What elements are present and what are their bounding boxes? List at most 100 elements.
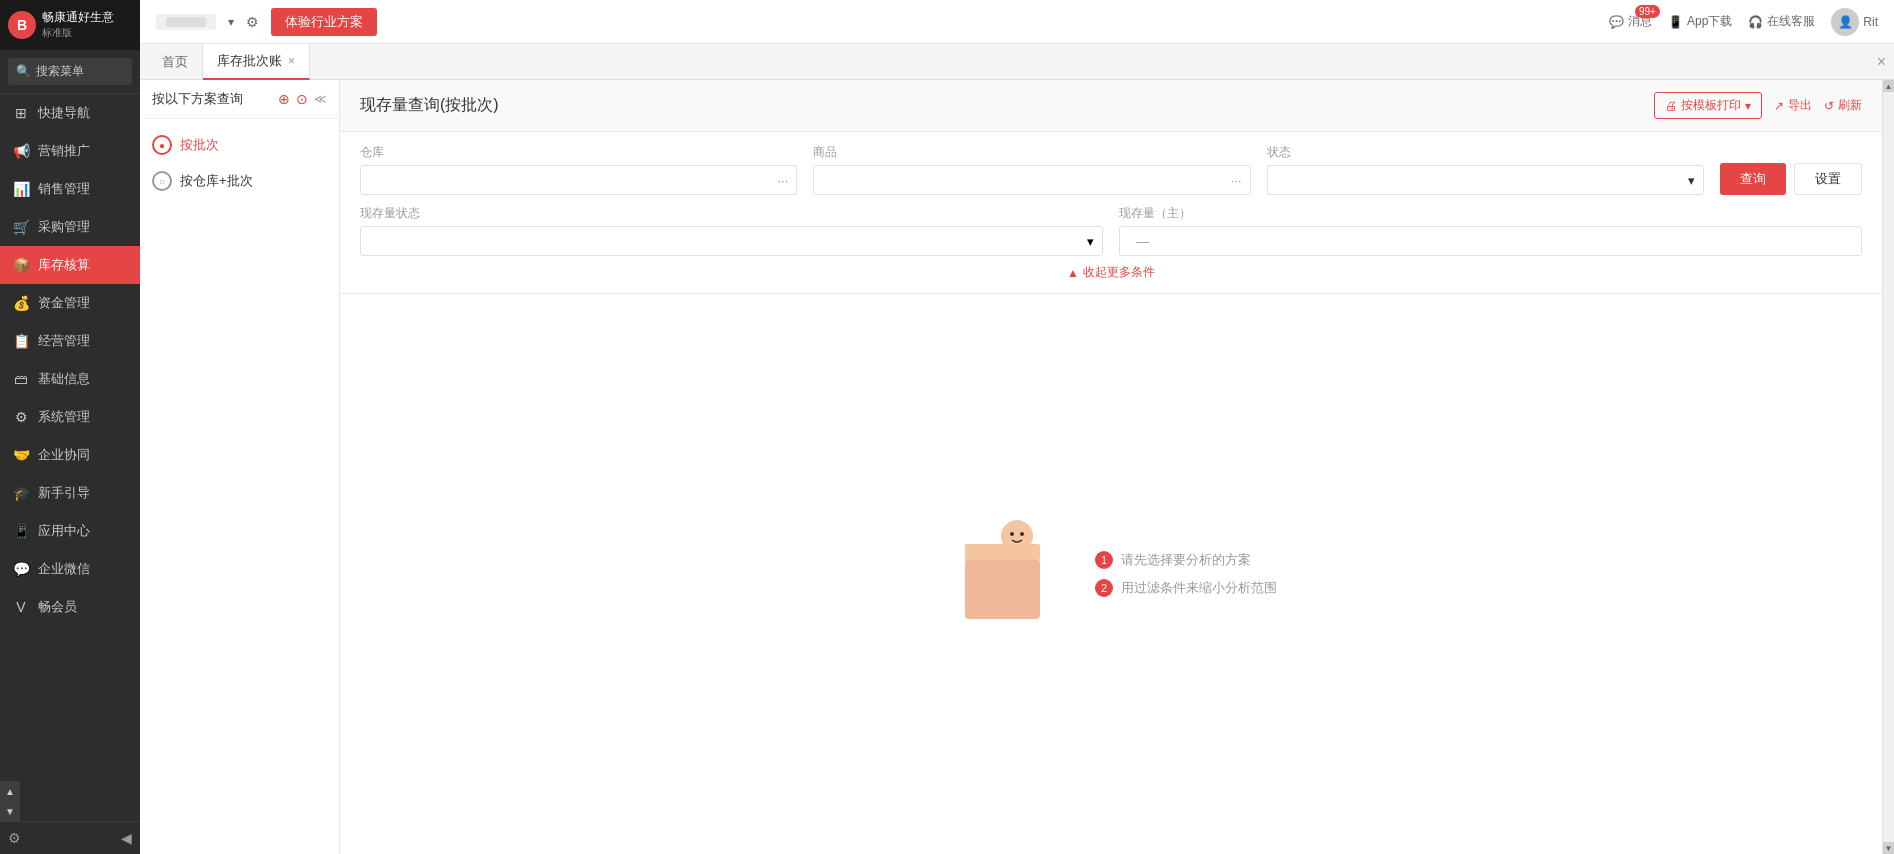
app-download-label: App下载: [1687, 13, 1732, 30]
sidebar-scroll-up[interactable]: ▲: [0, 781, 20, 801]
sidebar-label-member: 畅会员: [38, 598, 77, 616]
user-info[interactable]: 👤 Rit: [1831, 8, 1878, 36]
scrollbar-down[interactable]: ▼: [1883, 842, 1895, 854]
sidebar-label-finance: 资金管理: [38, 294, 90, 312]
refresh-button[interactable]: ↺ 刷新: [1824, 97, 1862, 114]
tab-batch-label: 库存批次账: [217, 52, 282, 70]
sidebar-item-inventory[interactable]: 📦 库存核算: [0, 246, 140, 284]
sidebar-item-member[interactable]: V 畅会员: [0, 588, 140, 626]
left-panel: 按以下方案查询 ⊕ ⊙ ≪ ● 按批次 ○ 按仓库+批次: [140, 80, 340, 854]
stock-status-dropdown: ▾: [1087, 234, 1094, 249]
add-scheme-button[interactable]: ⊕: [278, 91, 290, 107]
sidebar-scroll-down[interactable]: ▼: [0, 801, 20, 821]
export-label: 导出: [1788, 97, 1812, 114]
svg-point-5: [1010, 532, 1014, 536]
filter-settings-button[interactable]: 设置: [1794, 163, 1862, 195]
scheme-active-icon: ●: [152, 135, 172, 155]
svg-rect-0: [965, 559, 1040, 619]
status-input[interactable]: ▾: [1267, 165, 1704, 195]
sidebar-label-inventory: 库存核算: [38, 256, 90, 274]
app-company: 畅康通好生意: [42, 10, 114, 26]
stock-status-group: 现存量状态 ▾: [360, 205, 1103, 256]
sidebar-label-system: 系统管理: [38, 408, 90, 426]
scheme-warehouse-batch-label: 按仓库+批次: [180, 172, 253, 190]
export-button[interactable]: ↗ 导出: [1774, 97, 1812, 114]
sidebar-item-finance[interactable]: 💰 资金管理: [0, 284, 140, 322]
search-menu-button[interactable]: 🔍 搜索菜单: [8, 58, 132, 85]
header-right: 💬 消息 99+ 📱 App下载 🎧 在线客服 👤 Rit: [1609, 8, 1878, 36]
sidebar-label-guide: 新手引导: [38, 484, 90, 502]
product-dots[interactable]: ···: [1231, 173, 1242, 188]
sidebar-item-purchase[interactable]: 🛒 采购管理: [0, 208, 140, 246]
breadcrumb-dropdown[interactable]: ▾: [228, 15, 234, 29]
breadcrumb-text: [166, 17, 206, 27]
warehouse-dots[interactable]: ···: [777, 173, 788, 188]
collapse-more[interactable]: ▲ 收起更多条件: [360, 264, 1862, 281]
status-filter-group: 状态 ▾: [1267, 144, 1704, 195]
sidebar-footer: ⚙ ◀: [0, 821, 140, 854]
guide-icon: 🎓: [12, 484, 30, 502]
sidebar: B 畅康通好生意 标准版 🔍 搜索菜单 ⊞ 快捷导航 📢 营销推广 📊 销售管理…: [0, 0, 140, 854]
product-label: 商品: [813, 144, 1250, 161]
hint-2-num: 2: [1095, 579, 1113, 597]
sidebar-item-system[interactable]: ⚙ 系统管理: [0, 398, 140, 436]
close-panel-button[interactable]: ×: [1877, 53, 1886, 71]
filter-row-1: 仓库 ··· 商品 ··· 状态: [360, 144, 1862, 195]
app-edition: 标准版: [42, 26, 114, 40]
stock-qty-range[interactable]: —: [1119, 226, 1862, 256]
sidebar-item-marketing[interactable]: 📢 营销推广: [0, 132, 140, 170]
sidebar-item-basic[interactable]: 🗃 基础信息: [0, 360, 140, 398]
refresh-label: 刷新: [1838, 97, 1862, 114]
sidebar-label-shortcut: 快捷导航: [38, 104, 90, 122]
left-panel-actions: ⊕ ⊙ ≪: [278, 91, 327, 107]
sidebar-label-basic: 基础信息: [38, 370, 90, 388]
product-input[interactable]: ···: [813, 165, 1250, 195]
header-left: ▾ ⚙ 体验行业方案: [156, 8, 377, 36]
member-icon: V: [12, 598, 30, 616]
sidebar-item-apps[interactable]: 📱 应用中心: [0, 512, 140, 550]
inventory-icon: 📦: [12, 256, 30, 274]
messages-action[interactable]: 💬 消息 99+: [1609, 13, 1652, 30]
marketing-icon: 📢: [12, 142, 30, 160]
empty-hint-1: 1 请先选择要分析的方案: [1095, 551, 1277, 569]
header-gear-button[interactable]: ⚙: [246, 14, 259, 30]
print-icon: 🖨: [1665, 99, 1677, 113]
sidebar-item-sales[interactable]: 📊 销售管理: [0, 170, 140, 208]
status-label: 状态: [1267, 144, 1704, 161]
collapse-left-button[interactable]: ≪: [314, 91, 327, 107]
query-button[interactable]: 查询: [1720, 163, 1786, 195]
filter-row-2: 现存量状态 ▾ 现存量（主） —: [360, 205, 1862, 256]
sidebar-item-operations[interactable]: 📋 经营管理: [0, 322, 140, 360]
sidebar-item-enterprise[interactable]: 🤝 企业协同: [0, 436, 140, 474]
sidebar-item-guide[interactable]: 🎓 新手引导: [0, 474, 140, 512]
breadcrumb: [156, 14, 216, 30]
empty-hints: 1 请先选择要分析的方案 2 用过滤条件来缩小分析范围: [1095, 551, 1277, 597]
scheme-settings-button[interactable]: ⊙: [296, 91, 308, 107]
app-download-action[interactable]: 📱 App下载: [1668, 13, 1732, 30]
tab-batch-account[interactable]: 库存批次账 ×: [203, 44, 310, 80]
page-header: 现存量查询(按批次) 🖨 按模板打印 ▾ ↗ 导出 ↺ 刷新: [340, 80, 1882, 132]
status-dropdown-icon: ▾: [1688, 173, 1695, 188]
main-area: ▾ ⚙ 体验行业方案 💬 消息 99+ 📱 App下载 🎧 在线客服 👤 Rit: [140, 0, 1894, 854]
print-button[interactable]: 🖨 按模板打印 ▾: [1654, 92, 1762, 119]
settings-button[interactable]: ⚙: [8, 830, 21, 846]
experience-btn[interactable]: 体验行业方案: [271, 8, 377, 36]
app-icon: 📱: [1668, 15, 1683, 29]
tab-close-button[interactable]: ×: [288, 55, 295, 67]
sidebar-label-apps: 应用中心: [38, 522, 90, 540]
scheme-item-warehouse-batch[interactable]: ○ 按仓库+批次: [140, 163, 339, 199]
online-service-action[interactable]: 🎧 在线客服: [1748, 13, 1815, 30]
print-dropdown-icon: ▾: [1745, 99, 1751, 113]
sidebar-item-wechat[interactable]: 💬 企业微信: [0, 550, 140, 588]
scheme-item-batch[interactable]: ● 按批次: [140, 127, 339, 163]
filter-area: 仓库 ··· 商品 ··· 状态: [340, 132, 1882, 294]
tabs-right: ×: [1877, 53, 1886, 71]
svg-point-6: [1020, 532, 1024, 536]
tab-home[interactable]: 首页: [148, 44, 203, 80]
collapse-sidebar-button[interactable]: ◀: [121, 830, 132, 846]
app-info: 畅康通好生意 标准版: [42, 10, 114, 40]
scrollbar-up[interactable]: ▲: [1883, 80, 1895, 92]
stock-status-select[interactable]: ▾: [360, 226, 1103, 256]
sidebar-item-shortcut[interactable]: ⊞ 快捷导航: [0, 94, 140, 132]
warehouse-input[interactable]: ···: [360, 165, 797, 195]
